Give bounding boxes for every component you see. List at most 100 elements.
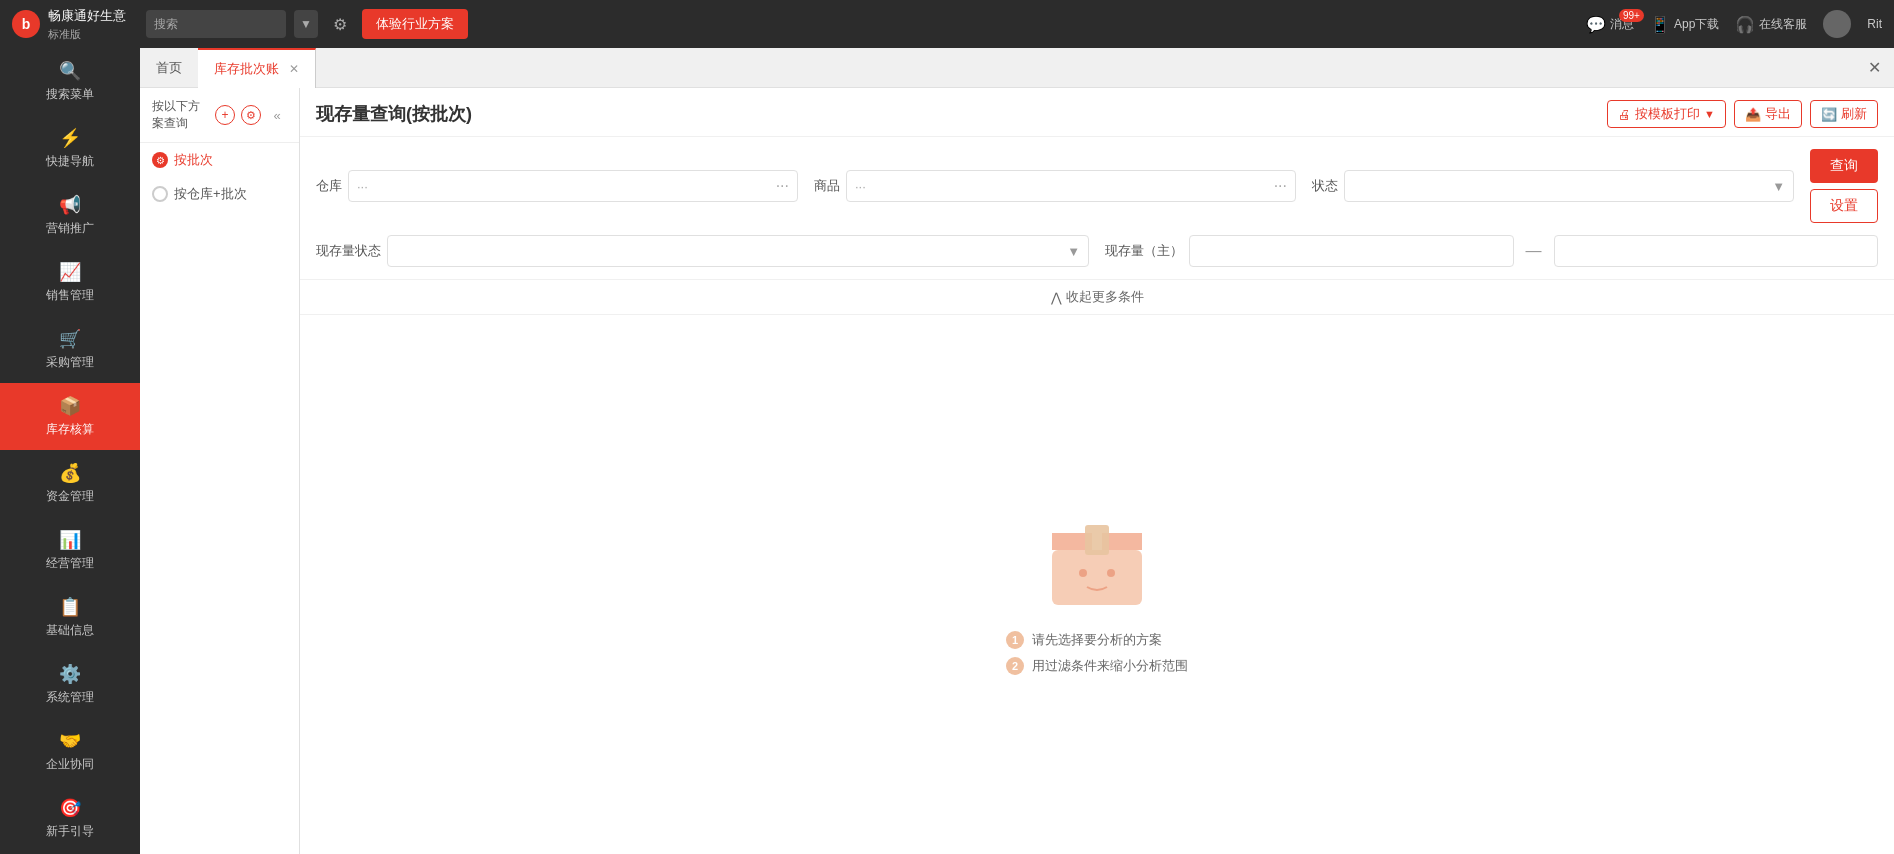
right-panel: 现存量查询(按批次) 🖨 按模板打印 ▼ 📤 导出 🔄 [300,88,1894,854]
sidebar-item-inventory[interactable]: 📦 库存核算 [0,383,140,450]
plan-settings-btn[interactable]: ⚙ [241,105,261,125]
refresh-label: 刷新 [1841,105,1867,123]
print-label: 按模板打印 [1635,105,1700,123]
search-icon: 🔍 [59,60,81,82]
left-panel-title: 按以下方案查询 [152,98,209,132]
warehouse-placeholder: ··· [357,179,368,194]
close-icon: ✕ [1868,58,1881,77]
topbar-dropdown-btn[interactable]: ▼ [294,10,318,38]
sidebar-item-enterprise[interactable]: 🤝 企业协同 [0,718,140,785]
sidebar-item-operations[interactable]: 📊 经营管理 [0,517,140,584]
page-header: 现存量查询(按批次) 🖨 按模板打印 ▼ 📤 导出 🔄 [300,88,1894,137]
sidebar-label-search: 搜索菜单 [46,86,94,103]
app-download-label: App下载 [1674,16,1719,33]
sidebar-item-quick-nav[interactable]: ⚡ 快捷导航 [0,115,140,182]
search-placeholder: 搜索 [154,16,178,33]
stock-status-input[interactable]: ▼ [387,235,1089,267]
sidebar-item-system[interactable]: ⚙️ 系统管理 [0,651,140,718]
hint-num-2: 2 [1006,657,1024,675]
trial-btn[interactable]: 体验行业方案 [362,9,468,39]
panel-collapse-btn[interactable]: « [267,105,287,125]
export-label: 导出 [1765,105,1791,123]
stock-qty-filter: 现存量（主） — [1105,235,1878,267]
sidebar-label-enterprise: 企业协同 [46,756,94,773]
sales-icon: 📈 [59,261,81,283]
status-filter: 状态 ▼ [1312,170,1794,202]
online-service-btn[interactable]: 🎧 在线客服 [1735,15,1807,34]
header-actions: 🖨 按模板打印 ▼ 📤 导出 🔄 刷新 [1607,100,1878,128]
plan-by-warehouse-batch-label: 按仓库+批次 [174,185,247,203]
filter-row-2: 现存量状态 ▼ 现存量（主） — [316,235,1878,267]
left-panel-header: 按以下方案查询 + ⚙ « [140,88,299,143]
add-plan-btn[interactable]: + [215,105,235,125]
page-content: 按以下方案查询 + ⚙ « ⚙ [140,88,1894,854]
warehouse-dots-icon[interactable]: ··· [776,177,789,195]
sidebar-item-guide[interactable]: 🎯 新手引导 [0,785,140,852]
brand-wrap: 畅康通好生意 标准版 [48,7,126,42]
page-title: 现存量查询(按批次) [316,102,1607,126]
username[interactable]: Rit [1867,17,1882,31]
stock-status-dropdown: ▼ [1067,244,1080,259]
filter-btn-group: 查询 设置 [1810,149,1878,223]
settings-btn[interactable]: 设置 [1810,189,1878,223]
message-icon: 💬 [1586,15,1606,34]
filter-row-1: 仓库 ··· ··· 商品 ··· ··· [316,149,1878,223]
plan-active-dot: ⚙ [152,152,168,168]
sidebar-item-marketing[interactable]: 📢 营销推广 [0,182,140,249]
stock-qty-max-input[interactable] [1554,235,1879,267]
product-label: 商品 [814,177,840,195]
plan-item-by-batch[interactable]: ⚙ 按批次 [140,143,299,177]
tab-home[interactable]: 首页 [140,48,198,88]
message-btn[interactable]: 💬 消息 99+ [1586,15,1634,34]
user-avatar[interactable] [1823,10,1851,38]
export-btn[interactable]: 📤 导出 [1734,100,1802,128]
sidebar-item-sales[interactable]: 📈 销售管理 [0,249,140,316]
stock-qty-min-input[interactable] [1189,235,1514,267]
sidebar-item-basic-info[interactable]: 📋 基础信息 [0,584,140,651]
sidebar-label-sales: 销售管理 [46,287,94,304]
print-btn[interactable]: 🖨 按模板打印 ▼ [1607,100,1726,128]
chevron-up-icon: ⋀ [1051,290,1062,305]
stock-status-filter: 现存量状态 ▼ [316,235,1089,267]
qty-separator: — [1520,242,1548,260]
operations-icon: 📊 [59,529,81,551]
sidebar-item-search[interactable]: 🔍 搜索菜单 [0,48,140,115]
stock-qty-label: 现存量（主） [1105,242,1183,260]
tab-close-icon[interactable]: ✕ [289,62,299,76]
tab-batch-ledger[interactable]: 库存批次账 ✕ [198,48,316,88]
topbar-gear-icon[interactable]: ⚙ [326,10,354,38]
sidebar-label-guide: 新手引导 [46,823,94,840]
product-filter: 商品 ··· ··· [814,170,1296,202]
app-download-btn[interactable]: 📱 App下载 [1650,15,1719,34]
sidebar-label-quick-nav: 快捷导航 [46,153,94,170]
purchase-icon: 🛒 [59,328,81,350]
hint-num-1: 1 [1006,631,1024,649]
enterprise-icon: 🤝 [59,730,81,752]
empty-icon [1037,495,1157,615]
warehouse-input[interactable]: ··· ··· [348,170,798,202]
app-icon: 📱 [1650,15,1670,34]
topbar-search-box[interactable]: 搜索 [146,10,286,38]
sidebar-label-inventory: 库存核算 [46,421,94,438]
sidebar: 🔍 搜索菜单 ⚡ 快捷导航 📢 营销推广 📈 销售管理 🛒 采购管理 📦 库存核… [0,48,140,854]
print-dropdown-icon[interactable]: ▼ [1704,108,1715,120]
topbar-right: 💬 消息 99+ 📱 App下载 🎧 在线客服 Rit [1586,10,1882,38]
svg-point-3 [1107,569,1115,577]
collapse-more-btn[interactable]: ⋀ 收起更多条件 [1051,288,1144,306]
message-badge: 99+ [1619,9,1644,22]
product-input[interactable]: ··· ··· [846,170,1296,202]
empty-hints: 1 请先选择要分析的方案 2 用过滤条件来缩小分析范围 [1006,631,1188,675]
empty-state: 1 请先选择要分析的方案 2 用过滤条件来缩小分析范围 [300,315,1894,854]
sidebar-label-operations: 经营管理 [46,555,94,572]
sidebar-item-purchase[interactable]: 🛒 采购管理 [0,316,140,383]
warehouse-filter: 仓库 ··· ··· [316,170,798,202]
product-placeholder: ··· [855,179,866,194]
status-input[interactable]: ▼ [1344,170,1794,202]
sidebar-item-finance[interactable]: 💰 资金管理 [0,450,140,517]
product-dots-icon[interactable]: ··· [1274,177,1287,195]
collapse-row: ⋀ 收起更多条件 [300,280,1894,315]
plan-item-by-warehouse-batch[interactable]: 按仓库+批次 [140,177,299,211]
refresh-btn[interactable]: 🔄 刷新 [1810,100,1878,128]
query-btn[interactable]: 查询 [1810,149,1878,183]
panel-close-btn[interactable]: ✕ [1854,48,1894,88]
